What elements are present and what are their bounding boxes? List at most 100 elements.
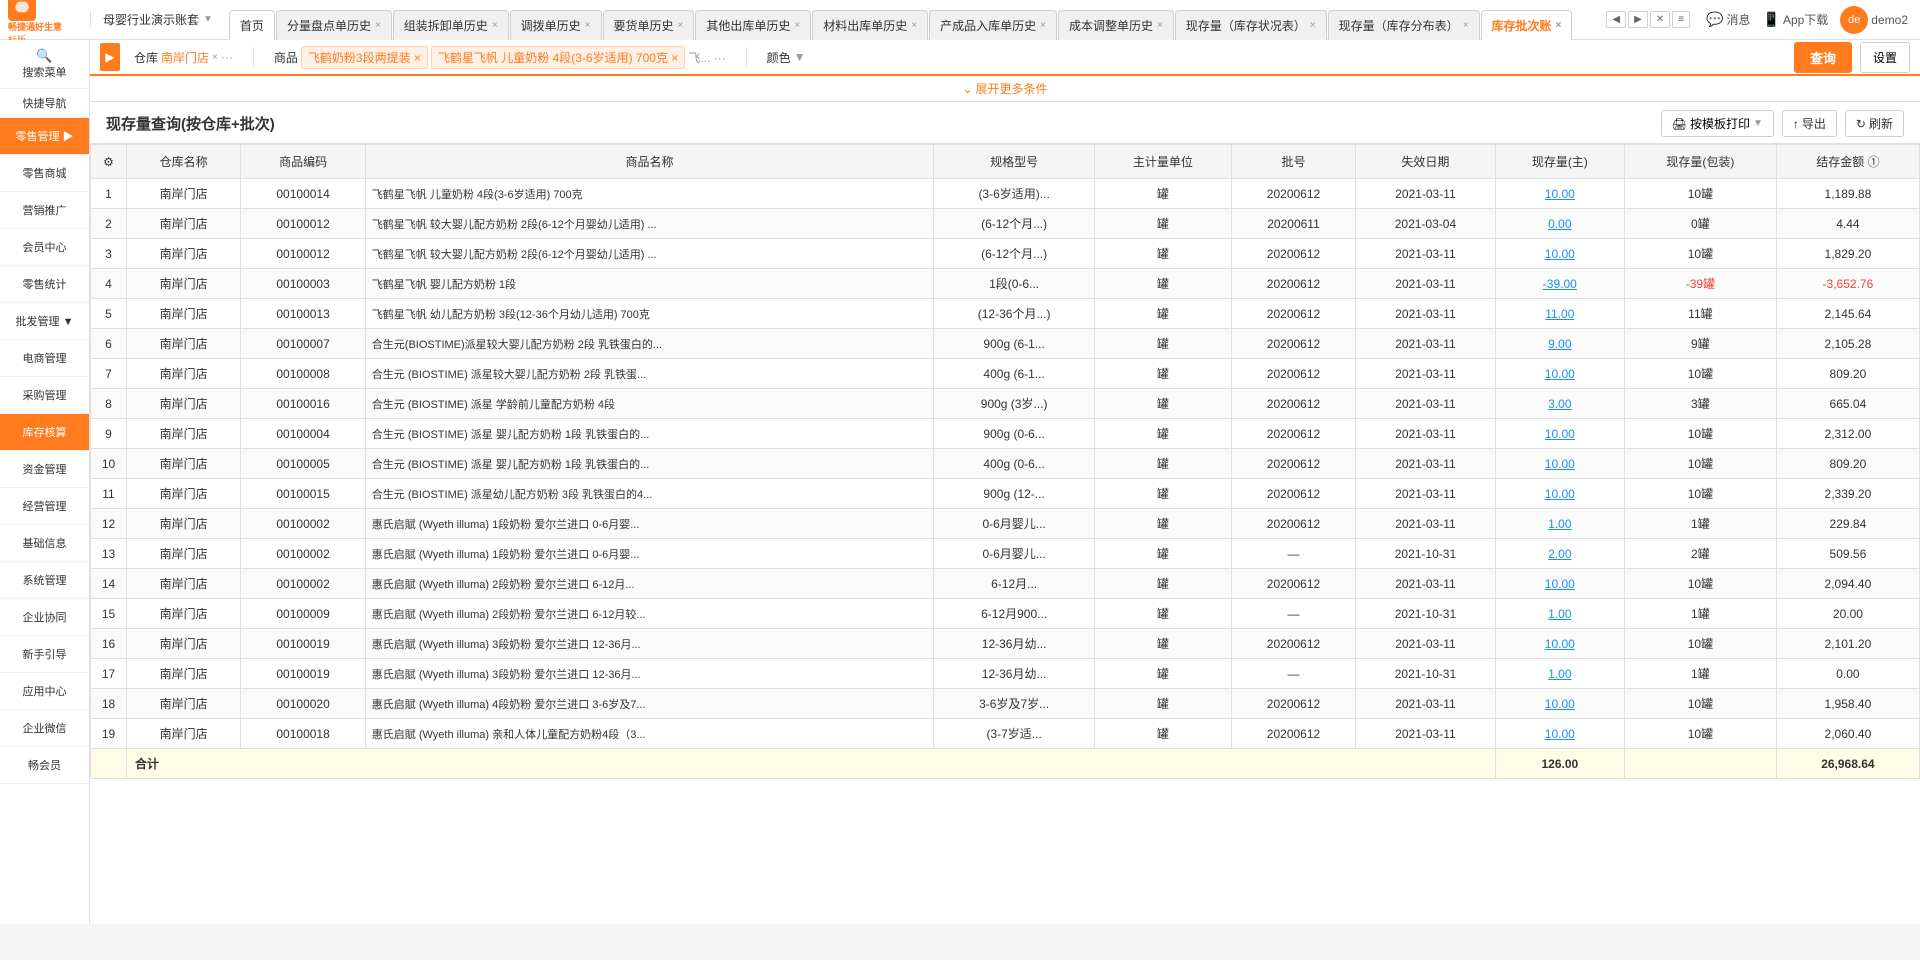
message-icon: 💬 bbox=[1706, 11, 1723, 28]
sidebar-item-operations[interactable]: 经营管理 bbox=[0, 488, 89, 525]
close-icon[interactable]: × bbox=[911, 20, 917, 31]
cell-stock-main[interactable]: 1.00 bbox=[1495, 509, 1624, 539]
export-button[interactable]: ↑ 导出 bbox=[1782, 110, 1837, 137]
tab-stock-dist[interactable]: 现存量（库存分布表） × bbox=[1328, 10, 1480, 40]
close-icon[interactable]: × bbox=[1556, 20, 1562, 31]
close-icon[interactable]: × bbox=[1157, 20, 1163, 31]
cell-stock-main[interactable]: 10.00 bbox=[1495, 569, 1624, 599]
close-icon[interactable]: × bbox=[794, 20, 800, 31]
more-dots[interactable]: ··· bbox=[221, 50, 233, 64]
sidebar-item-purchase[interactable]: 采购管理 bbox=[0, 377, 89, 414]
tab-cost-adj[interactable]: 成本调整单历史 × bbox=[1058, 10, 1174, 40]
cell-stock-main[interactable]: 10.00 bbox=[1495, 719, 1624, 749]
close-icon[interactable]: × bbox=[585, 20, 591, 31]
close-icon[interactable]: × bbox=[678, 20, 684, 31]
tab-stock-status[interactable]: 现存量（库存状况表） × bbox=[1175, 10, 1327, 40]
sidebar-item-app-center[interactable]: 应用中心 bbox=[0, 673, 89, 710]
cell-stock-pkg: 10罐 bbox=[1624, 629, 1776, 659]
message-button[interactable]: 💬 消息 bbox=[1706, 11, 1750, 28]
tab-split[interactable]: 分量盘点单历史 × bbox=[276, 10, 392, 40]
tab-req[interactable]: 要货单历史 × bbox=[603, 10, 695, 40]
sidebar-item-enterprise[interactable]: 企业协同 bbox=[0, 599, 89, 636]
query-button[interactable]: 查询 bbox=[1794, 42, 1852, 73]
close-icon[interactable]: × bbox=[492, 20, 498, 31]
cell-no: 7 bbox=[91, 359, 127, 389]
cell-stock-main[interactable]: 10.00 bbox=[1495, 449, 1624, 479]
tab-prev-button[interactable]: ◀ bbox=[1606, 11, 1626, 28]
cell-stock-main[interactable]: 0.00 bbox=[1495, 209, 1624, 239]
cell-balance: 20.00 bbox=[1776, 599, 1919, 629]
cell-stock-main[interactable]: 11.00 bbox=[1495, 299, 1624, 329]
refresh-button[interactable]: ↻ 刷新 bbox=[1845, 110, 1904, 137]
expand-more-button[interactable]: ⌄ 展开更多条件 bbox=[962, 80, 1047, 97]
sidebar-item-retail[interactable]: 零售管理 ▶ bbox=[0, 118, 89, 155]
sidebar-item-vip[interactable]: 畅会员 bbox=[0, 747, 89, 784]
remove-tag-2[interactable]: × bbox=[671, 51, 678, 65]
cell-stock-main[interactable]: 3.00 bbox=[1495, 389, 1624, 419]
close-icon[interactable]: × bbox=[1040, 20, 1046, 31]
print-icon: 🖨 bbox=[1672, 117, 1687, 131]
sidebar-item-ent-wechat[interactable]: 企业微信 bbox=[0, 710, 89, 747]
cell-warehouse: 南岸门店 bbox=[127, 209, 241, 239]
app-download-button[interactable]: 📱 App下载 bbox=[1763, 11, 1829, 28]
sidebar-item-member[interactable]: 会员中心 bbox=[0, 229, 89, 266]
cell-unit: 罐 bbox=[1094, 539, 1231, 569]
tab-disassemble[interactable]: 组装拆卸单历史 × bbox=[393, 10, 509, 40]
sidebar-item-wholesale[interactable]: 批发管理 ▼ bbox=[0, 303, 89, 340]
close-icon[interactable]: × bbox=[1463, 20, 1469, 31]
cell-stock-main[interactable]: 10.00 bbox=[1495, 689, 1624, 719]
tab-other-out[interactable]: 其他出库单历史 × bbox=[695, 10, 811, 40]
cell-stock-pkg: 0罐 bbox=[1624, 209, 1776, 239]
cell-stock-main[interactable]: 10.00 bbox=[1495, 479, 1624, 509]
account-selector[interactable]: 母婴行业演示账套 ▼ bbox=[90, 11, 225, 28]
tab-product-in[interactable]: 产成品入库单历史 × bbox=[929, 10, 1057, 40]
tab-material-out[interactable]: 材料出库单历史 × bbox=[812, 10, 928, 40]
sidebar-item-finance[interactable]: 资金管理 bbox=[0, 451, 89, 488]
tab-batch[interactable]: 库存批次账 × bbox=[1481, 10, 1573, 40]
cell-stock-main[interactable]: 9.00 bbox=[1495, 329, 1624, 359]
cell-stock-main[interactable]: 10.00 bbox=[1495, 359, 1624, 389]
product-more[interactable]: 飞... ··· bbox=[688, 49, 725, 66]
cell-stock-main[interactable]: 2.00 bbox=[1495, 539, 1624, 569]
sidebar-item-inventory[interactable]: 库存核算 bbox=[0, 414, 89, 451]
table-row: 14 南岸门店 00100002 惠氏启賦 (Wyeth illuma) 2段奶… bbox=[91, 569, 1920, 599]
expand-arrow-button[interactable]: ▶ bbox=[100, 43, 120, 71]
cell-stock-main[interactable]: 10.00 bbox=[1495, 239, 1624, 269]
tab-dispatch[interactable]: 调拨单历史 × bbox=[510, 10, 602, 40]
cell-stock-main[interactable]: 1.00 bbox=[1495, 599, 1624, 629]
sidebar-item-marketing[interactable]: 营销推广 bbox=[0, 192, 89, 229]
col-stock-main: 现存量(主) bbox=[1495, 145, 1624, 179]
tab-next-button[interactable]: ▶ bbox=[1628, 11, 1648, 28]
remove-tag-1[interactable]: × bbox=[414, 51, 421, 65]
template-print-button[interactable]: 🖨 按模板打印 ▼ bbox=[1661, 110, 1774, 137]
sidebar-quick-nav[interactable]: 快捷导航 bbox=[0, 89, 89, 118]
sidebar-item-ecommerce[interactable]: 电商管理 bbox=[0, 340, 89, 377]
sidebar-item-guide[interactable]: 新手引导 bbox=[0, 636, 89, 673]
second-nav-product[interactable]: 商品 飞鹤奶粉3段两提装 × 飞鹤星飞帆 儿童奶粉 4段(3-6岁适用) 700… bbox=[264, 42, 736, 73]
sidebar-item-retail-shop[interactable]: 零售商城 bbox=[0, 155, 89, 192]
col-settings[interactable]: ⚙ bbox=[91, 145, 127, 179]
user-name: demo2 bbox=[1871, 13, 1908, 27]
close-icon[interactable]: × bbox=[375, 20, 381, 31]
cell-stock-main[interactable]: 10.00 bbox=[1495, 419, 1624, 449]
cell-balance: -3,652.76 bbox=[1776, 269, 1919, 299]
cell-stock-main[interactable]: 10.00 bbox=[1495, 629, 1624, 659]
sidebar-item-retail-stat[interactable]: 零售统计 bbox=[0, 266, 89, 303]
cell-stock-main[interactable]: -39.00 bbox=[1495, 269, 1624, 299]
sidebar-item-basic[interactable]: 基础信息 bbox=[0, 525, 89, 562]
tab-menu-button[interactable]: ≡ bbox=[1672, 11, 1690, 28]
settings-button[interactable]: 设置 bbox=[1860, 42, 1910, 73]
close-icon[interactable]: × bbox=[1310, 20, 1316, 31]
cell-stock-main[interactable]: 1.00 bbox=[1495, 659, 1624, 689]
cell-stock-pkg: 10罐 bbox=[1624, 239, 1776, 269]
close-tag-icon[interactable]: × bbox=[212, 52, 218, 63]
tab-close-all-button[interactable]: ✕ bbox=[1650, 11, 1670, 28]
second-nav-warehouse[interactable]: 仓库 南岸门店 × ··· bbox=[124, 45, 243, 70]
sidebar-item-system[interactable]: 系统管理 bbox=[0, 562, 89, 599]
cell-stock-main[interactable]: 10.00 bbox=[1495, 179, 1624, 209]
user-menu[interactable]: de demo2 bbox=[1840, 6, 1908, 34]
second-nav-color[interactable]: 颜色 ▼ bbox=[757, 45, 816, 70]
cell-no: 11 bbox=[91, 479, 127, 509]
tab-home[interactable]: 首页 bbox=[229, 10, 275, 40]
sidebar-search[interactable]: 🔍 搜索菜单 bbox=[0, 40, 89, 89]
